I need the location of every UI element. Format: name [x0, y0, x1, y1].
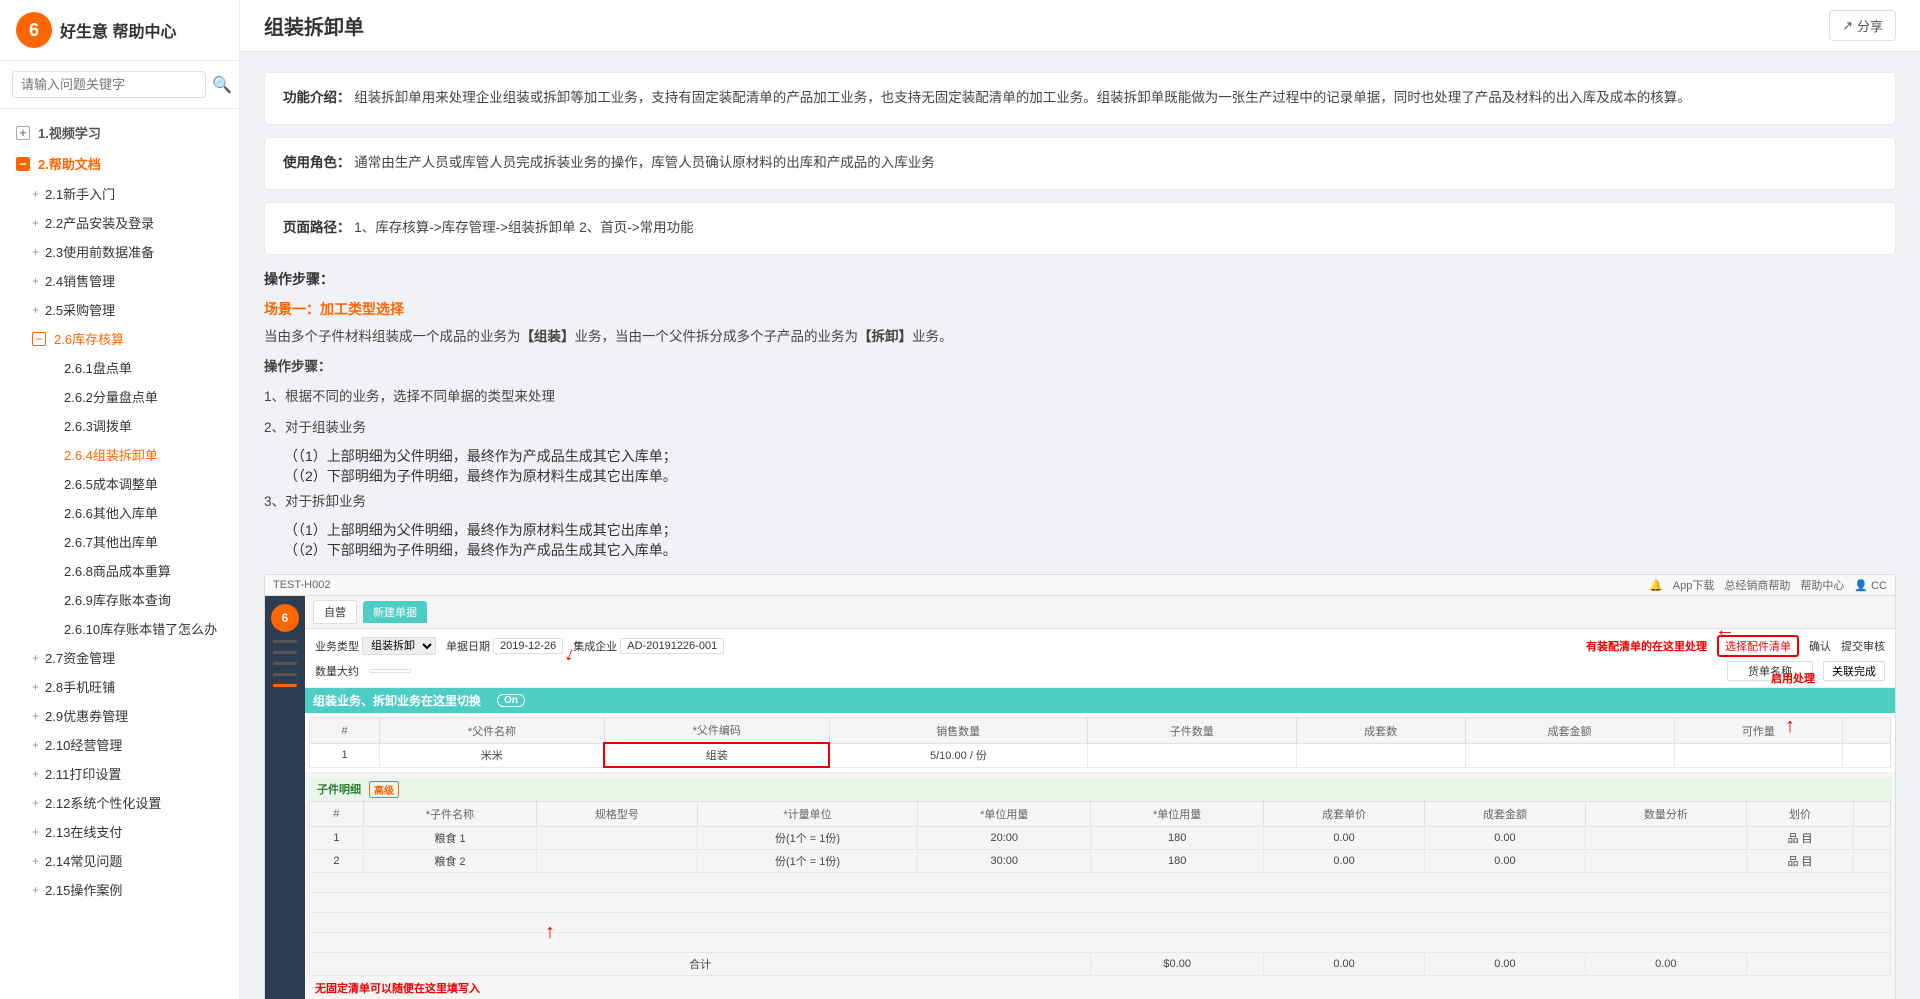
assemble-step1: （1）上部明细为父件明细，最终作为产成品生成其它入库单； — [284, 446, 1896, 466]
sidebar-item-partstocktake[interactable]: 2.6.2分量盘点单 — [56, 382, 239, 411]
mock-tab-home[interactable]: 自营 — [313, 600, 357, 624]
mock-table-lower: # *子件名称 规格型号 *计量单位 *单位用量 *单位用量 成套单价 成套金额 — [309, 801, 1891, 976]
mock-form-row: 业务类型 组装拆卸 单据日期 2019-12-26 — [315, 635, 1885, 657]
sidebar-item-docs[interactable]: − 2.帮助文档 — [0, 148, 239, 179]
mock-tabs: 自营 新建单据 — [305, 596, 1895, 629]
ops-steps-title: 操作步骤： — [264, 355, 1896, 379]
sidebar-item-payment[interactable]: +2.13在线支付 — [24, 817, 239, 846]
top-bar: 组装拆卸单 ↗ 分享 — [240, 0, 1920, 52]
mock-lower-section: 子件明细 高级 # *子件名称 规格型号 *计量单位 — [305, 774, 1895, 999]
disassemble-step1: （1）上部明细为父件明细，最终作为原材料生成其它出库单； — [284, 520, 1896, 540]
mock-form-row2: 数量大约 货单名称 关联完成 — [315, 661, 1885, 681]
sidebar-item-mobile[interactable]: +2.8手机旺铺 — [24, 672, 239, 701]
sidebar-item-costadjust[interactable]: 2.6.5成本调整单 — [56, 469, 239, 498]
search-input[interactable] — [12, 71, 206, 98]
step3: 3、对于拆卸业务 — [264, 490, 1896, 514]
assemble-step2: （2）下部明细为子件明细，最终作为原材料生成其它出库单。 — [284, 466, 1896, 486]
mock-lower-header: 子件明细 高级 — [309, 778, 1891, 801]
page-title: 组装拆卸单 — [264, 11, 364, 40]
logo-text: 好生意 帮助中心 — [60, 18, 176, 42]
func-intro-label: 功能介绍： — [283, 90, 351, 105]
sidebar-item-prepare[interactable]: +2.3使用前数据准备 — [24, 237, 239, 266]
sidebar-item-faq[interactable]: +2.14常见问题 — [24, 846, 239, 875]
content-area: 功能介绍： 组装拆卸单用来处理企业组装或拆卸等加工业务，支持有固定装配清单的产品… — [240, 52, 1920, 999]
path-block: 页面路径： 1、库存核算->库存管理->组装拆卸单 2、首页->常用功能 — [264, 202, 1896, 255]
sidebar-item-assembly[interactable]: 2.6.4组装拆卸单 — [56, 440, 239, 469]
expand-icon: + — [16, 126, 30, 140]
search-icon[interactable]: 🔍 — [212, 75, 232, 95]
main-content: 组装拆卸单 ↗ 分享 功能介绍： 组装拆卸单用来处理企业组装或拆卸等加工业务，支… — [240, 0, 1920, 999]
mock-form: 业务类型 组装拆卸 单据日期 2019-12-26 — [305, 629, 1895, 688]
sidebar-label: 2.帮助文档 — [38, 154, 101, 173]
mock-layout: 6 自营 新建单据 — [265, 596, 1895, 999]
sidebar-item-transfer[interactable]: 2.6.3调拨单 — [56, 411, 239, 440]
nav-tree: + 1.视频学习 − 2.帮助文档 +2.1新手入门 +2.2产品安装及登录 +… — [0, 109, 239, 999]
path-label: 页面路径： — [283, 220, 351, 235]
sidebar-item-costrecalc[interactable]: 2.6.8商品成本重算 — [56, 556, 239, 585]
sidebar-item-customize[interactable]: +2.12系统个性化设置 — [24, 788, 239, 817]
sidebar: 6 好生意 帮助中心 🔍 + 1.视频学习 − 2.帮助文档 +2.1新手入门 … — [0, 0, 240, 999]
sidebar-sub-stock: 2.6.1盘点单 2.6.2分量盘点单 2.6.3调拨单 2.6.4组装拆卸单 … — [24, 353, 239, 643]
ops-title: 操作步骤： — [264, 269, 1896, 289]
share-icon: ↗ — [1842, 18, 1853, 34]
sidebar-item-sales[interactable]: +2.4销售管理 — [24, 266, 239, 295]
mock-type-select[interactable]: 组装拆卸 — [362, 637, 436, 655]
sidebar-item-cases[interactable]: +2.15操作案例 — [24, 875, 239, 904]
mock-section-container: 组装业务、拆卸业务在这里切换 On 启用处理 — [305, 688, 1895, 713]
role-text: 通常由生产人员或库管人员完成拆装业务的操作，库管人员确认原材料的出库和产成品的入… — [354, 155, 935, 170]
sidebar-item-newuser[interactable]: +2.1新手入门 — [24, 179, 239, 208]
sidebar-item-coupon[interactable]: +2.9优惠券管理 — [24, 701, 239, 730]
sidebar-item-stockquery[interactable]: 2.6.9库存账本查询 — [56, 585, 239, 614]
sidebar-item-ops[interactable]: +2.10经营管理 — [24, 730, 239, 759]
mock-table-upper: # *父件名称 *父件编码 销售数量 子件数量 成套数 成套金额 可作量 — [309, 717, 1891, 768]
mock-main: 自营 新建单据 业务类型 组装拆卸 — [305, 596, 1895, 999]
sidebar-item-install[interactable]: +2.2产品安装及登录 — [24, 208, 239, 237]
mock-sidebar: 6 — [265, 596, 305, 999]
annot-nofixed: 无固定清单可以随便在这里填写入 — [309, 976, 1891, 999]
sidebar-item-otheroutstock[interactable]: 2.6.7其他出库单 — [56, 527, 239, 556]
role-block: 使用角色： 通常由生产人员或库管人员完成拆装业务的操作，库管人员确认原材料的出库… — [264, 137, 1896, 190]
screenshot-block: TEST-H002 🔔 App下载 总经销商帮助 帮助中心 👤 CC 6 — [264, 574, 1896, 999]
disassemble-steps: （1）上部明细为父件明细，最终作为原材料生成其它出库单； （2）下部明细为子件明… — [284, 520, 1896, 560]
sidebar-item-stock[interactable]: −2.6库存核算 — [24, 324, 239, 353]
sidebar-item-purchase[interactable]: +2.5采购管理 — [24, 295, 239, 324]
scenario1-desc: 当由多个子件材料组装成一个成品的业务为【组装】业务，当由一个父件拆分成多个子产品… — [264, 325, 1896, 349]
mock-status-bar: TEST-H002 🔔 App下载 总经销商帮助 帮助中心 👤 CC — [265, 575, 1895, 596]
role-label: 使用角色： — [283, 155, 351, 170]
sidebar-item-print[interactable]: +2.11打印设置 — [24, 759, 239, 788]
assemble-steps: （1）上部明细为父件明细，最终作为产成品生成其它入库单； （2）下部明细为子件明… — [284, 446, 1896, 486]
disassemble-step2: （2）下部明细为子件明细，最终作为产成品生成其它入库单。 — [284, 540, 1896, 560]
share-button[interactable]: ↗ 分享 — [1829, 10, 1896, 41]
mock-tab-assembly[interactable]: 新建单据 — [363, 601, 427, 623]
sidebar-sub-docs: +2.1新手入门 +2.2产品安装及登录 +2.3使用前数据准备 +2.4销售管… — [0, 179, 239, 904]
mock-bom-btn[interactable]: 选择配件清单 — [1717, 635, 1799, 657]
step1: 1、根据不同的业务，选择不同单据的类型来处理 — [264, 385, 1896, 409]
sidebar-item-stockfix[interactable]: 2.6.10库存账本错了怎么办 — [56, 614, 239, 643]
mock-search-btn[interactable]: 关联完成 — [1823, 661, 1885, 681]
func-intro-text: 组装拆卸单用来处理企业组装或拆卸等加工业务，支持有固定装配清单的产品加工业务，也… — [354, 90, 1691, 105]
sidebar-item-video[interactable]: + 1.视频学习 — [0, 117, 239, 148]
func-intro-block: 功能介绍： 组装拆卸单用来处理企业组装或拆卸等加工业务，支持有固定装配清单的产品… — [264, 72, 1896, 125]
step2: 2、对于组装业务 — [264, 416, 1896, 440]
path-text: 1、库存核算->库存管理->组装拆卸单 2、首页->常用功能 — [354, 220, 693, 235]
search-area: 🔍 — [0, 61, 239, 109]
mock-upper-table: # *父件名称 *父件编码 销售数量 子件数量 成套数 成套金额 可作量 — [305, 713, 1895, 772]
sidebar-item-otherinstock[interactable]: 2.6.6其他入库单 — [56, 498, 239, 527]
expand-icon: − — [16, 157, 30, 171]
scenario1-title: 场景一：加工类型选择 — [264, 299, 1896, 319]
logo-icon: 6 — [16, 12, 52, 48]
sidebar-item-finance[interactable]: +2.7资金管理 — [24, 643, 239, 672]
mock-section-header: 组装业务、拆卸业务在这里切换 On — [305, 688, 1895, 713]
sidebar-item-stocktake[interactable]: 2.6.1盘点单 — [56, 353, 239, 382]
annot-enable: 启用处理 — [1771, 670, 1815, 686]
sidebar-label: 1.视频学习 — [38, 123, 101, 142]
logo-area: 6 好生意 帮助中心 — [0, 0, 239, 61]
